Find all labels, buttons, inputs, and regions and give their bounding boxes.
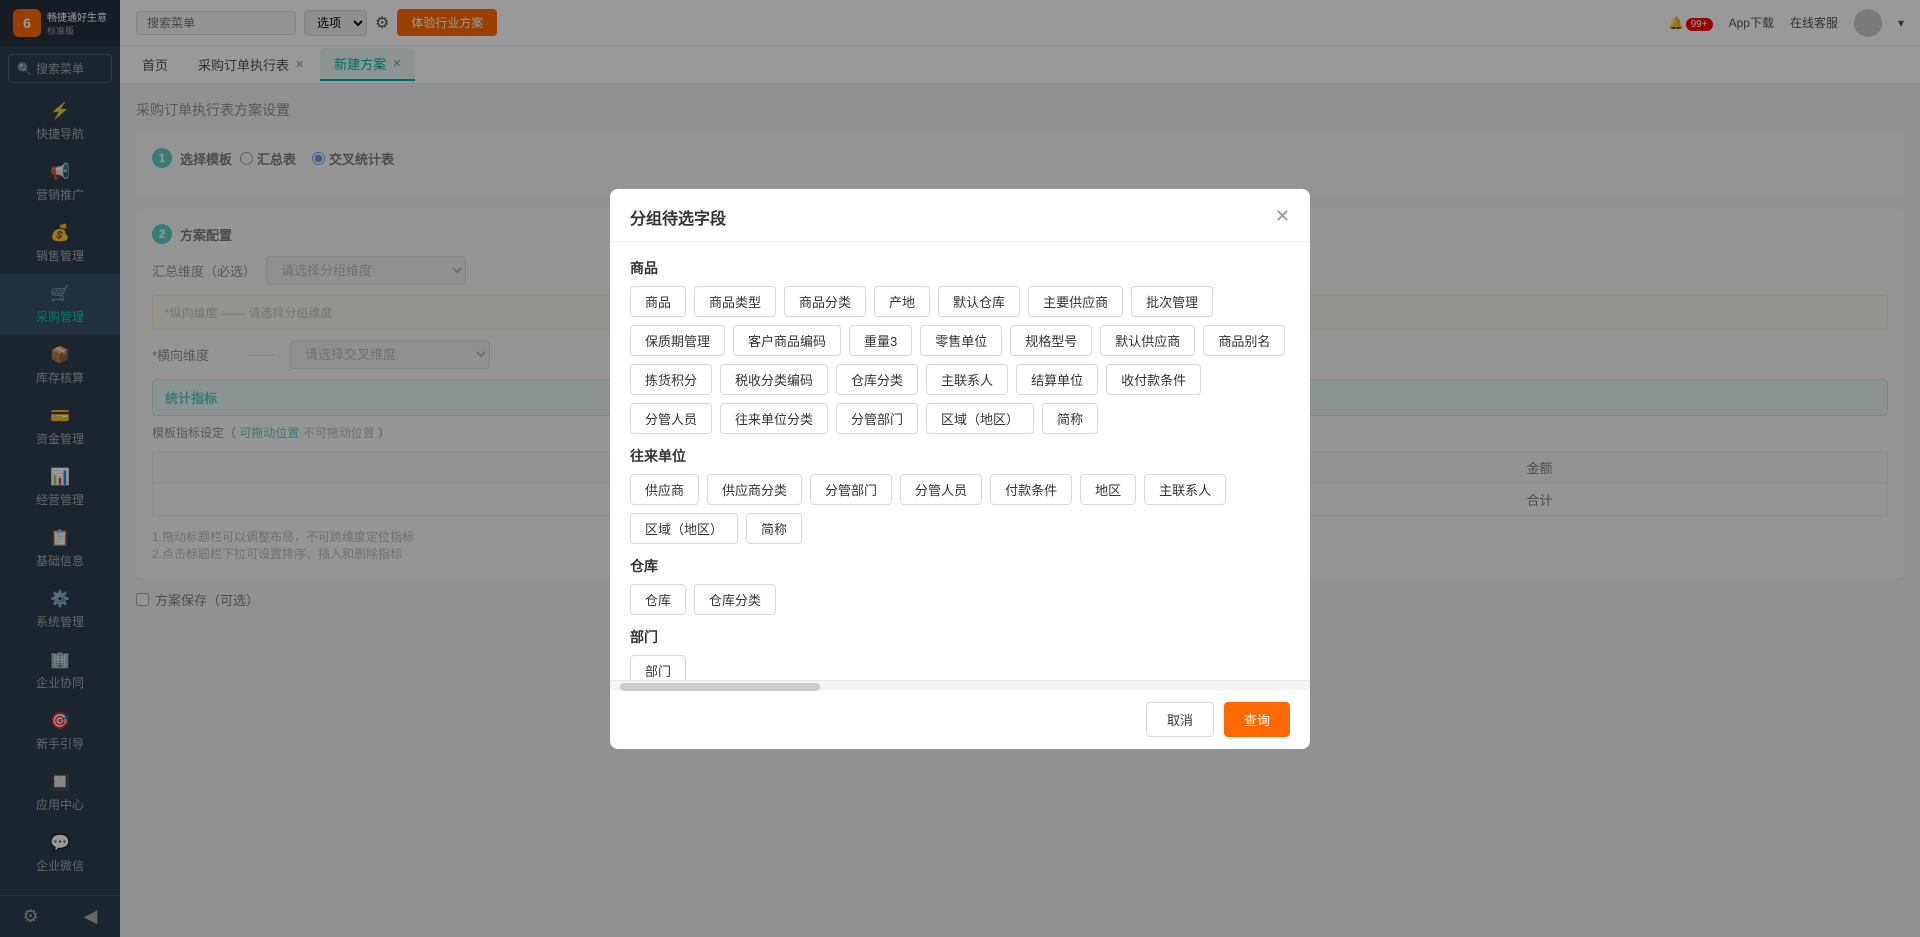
field-group-title-counterpart: 往来单位 bbox=[630, 446, 1290, 466]
field-tag-重量3[interactable]: 重量3 bbox=[849, 325, 912, 356]
field-tag-结算单位[interactable]: 结算单位 bbox=[1016, 364, 1098, 395]
field-tag-主联系人[interactable]: 主联系人 bbox=[1144, 474, 1226, 505]
field-tag-默认仓库[interactable]: 默认仓库 bbox=[938, 286, 1020, 317]
cancel-button[interactable]: 取消 bbox=[1146, 702, 1214, 737]
field-group-title-warehouse: 仓库 bbox=[630, 556, 1290, 576]
field-tag-分管人员[interactable]: 分管人员 bbox=[630, 403, 712, 434]
field-tag-保质期管理[interactable]: 保质期管理 bbox=[630, 325, 725, 356]
field-tag-区域（地区）[interactable]: 区域（地区） bbox=[630, 513, 738, 544]
field-tag-商品分类[interactable]: 商品分类 bbox=[784, 286, 866, 317]
modal-close-button[interactable]: ✕ bbox=[1275, 206, 1290, 227]
modal-hscroll-thumb bbox=[620, 683, 820, 691]
field-tag-批次管理[interactable]: 批次管理 bbox=[1131, 286, 1213, 317]
field-tag-往来单位分类[interactable]: 往来单位分类 bbox=[720, 403, 828, 434]
modal-dialog: 分组待选字段 ✕ 商品商品商品类型商品分类产地默认仓库主要供应商批次管理保质期管… bbox=[610, 189, 1310, 749]
field-group-title-product: 商品 bbox=[630, 258, 1290, 278]
field-tag-默认供应商[interactable]: 默认供应商 bbox=[1100, 325, 1195, 356]
fields-grid-product: 商品商品类型商品分类产地默认仓库主要供应商批次管理保质期管理客户商品编码重量3 零… bbox=[630, 286, 1290, 434]
field-tag-部门[interactable]: 部门 bbox=[630, 655, 686, 681]
field-tag-付款条件[interactable]: 付款条件 bbox=[990, 474, 1072, 505]
field-tag-仓库[interactable]: 仓库 bbox=[630, 584, 686, 615]
field-tag-税收分类编码[interactable]: 税收分类编码 bbox=[720, 364, 828, 395]
field-tag-分管部门[interactable]: 分管部门 bbox=[836, 403, 918, 434]
modal-title: 分组待选字段 bbox=[630, 205, 726, 229]
field-tag-简称[interactable]: 简称 bbox=[746, 513, 802, 544]
modal-hscroll[interactable] bbox=[610, 680, 1310, 688]
field-tag-拣货积分[interactable]: 拣货积分 bbox=[630, 364, 712, 395]
modal-body[interactable]: 商品商品商品类型商品分类产地默认仓库主要供应商批次管理保质期管理客户商品编码重量… bbox=[610, 242, 1310, 681]
field-tag-供应商[interactable]: 供应商 bbox=[630, 474, 699, 505]
fields-grid-warehouse: 仓库仓库分类 bbox=[630, 584, 1290, 615]
confirm-button[interactable]: 查询 bbox=[1224, 702, 1290, 737]
fields-grid-department: 部门 bbox=[630, 655, 1290, 681]
field-tag-商品[interactable]: 商品 bbox=[630, 286, 686, 317]
fields-grid-counterpart: 供应商供应商分类分管部门分管人员付款条件地区主联系人区域（地区） 简称 bbox=[630, 474, 1290, 544]
modal-footer: 取消 查询 bbox=[610, 689, 1310, 749]
field-tag-主要供应商[interactable]: 主要供应商 bbox=[1028, 286, 1123, 317]
field-tag-客户商品编码[interactable]: 客户商品编码 bbox=[733, 325, 841, 356]
field-tag-收付款条件[interactable]: 收付款条件 bbox=[1106, 364, 1201, 395]
field-tag-地区[interactable]: 地区 bbox=[1080, 474, 1136, 505]
field-group-title-department: 部门 bbox=[630, 627, 1290, 647]
field-tag-商品别名[interactable]: 商品别名 bbox=[1203, 325, 1285, 356]
field-tag-主联系人[interactable]: 主联系人 bbox=[926, 364, 1008, 395]
modal-overlay: 分组待选字段 ✕ 商品商品商品类型商品分类产地默认仓库主要供应商批次管理保质期管… bbox=[0, 0, 1920, 937]
field-tag-简称[interactable]: 简称 bbox=[1042, 403, 1098, 434]
field-tag-规格型号[interactable]: 规格型号 bbox=[1010, 325, 1092, 356]
field-tag-分管部门[interactable]: 分管部门 bbox=[810, 474, 892, 505]
field-tag-仓库分类[interactable]: 仓库分类 bbox=[694, 584, 776, 615]
field-tag-仓库分类[interactable]: 仓库分类 bbox=[836, 364, 918, 395]
field-tag-零售单位[interactable]: 零售单位 bbox=[920, 325, 1002, 356]
field-tag-供应商分类[interactable]: 供应商分类 bbox=[707, 474, 802, 505]
modal-header: 分组待选字段 ✕ bbox=[610, 189, 1310, 242]
field-tag-分管人员[interactable]: 分管人员 bbox=[900, 474, 982, 505]
field-tag-商品类型[interactable]: 商品类型 bbox=[694, 286, 776, 317]
field-tag-区域（地区）[interactable]: 区域（地区） bbox=[926, 403, 1034, 434]
field-tag-产地[interactable]: 产地 bbox=[874, 286, 930, 317]
